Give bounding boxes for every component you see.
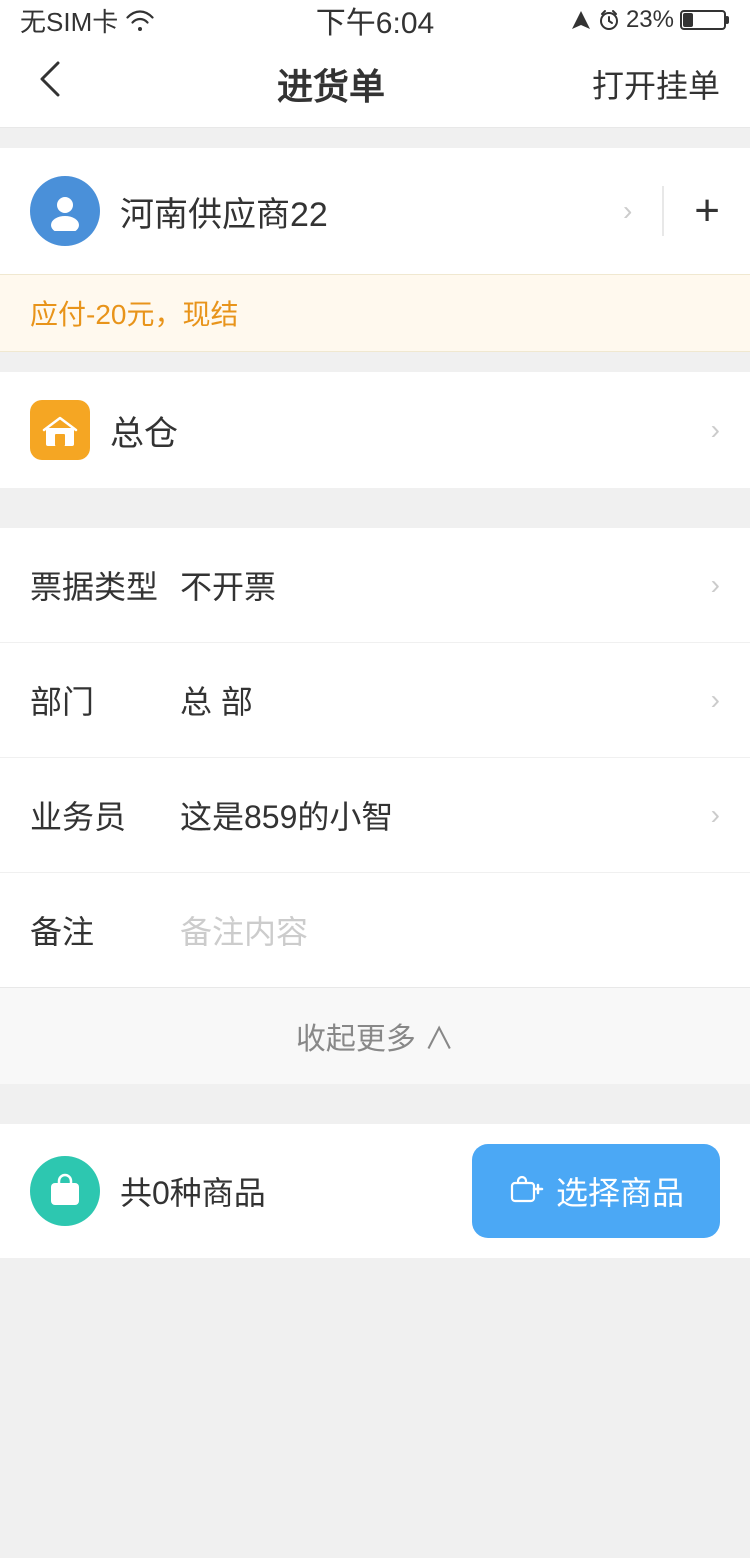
- status-time: 下午6:04: [316, 0, 434, 42]
- open-hang-button[interactable]: 打开挂单: [592, 61, 720, 107]
- status-right: 23%: [570, 6, 730, 34]
- warehouse-name: 总仓: [110, 406, 711, 455]
- department-label: 部门: [30, 677, 170, 723]
- form-section: 票据类型 不开票 › 部门 总 部 › 业务员 这是859的小智 › 备注 备注…: [0, 528, 750, 987]
- supplier-actions: › +: [623, 186, 720, 236]
- notice-banner: 应付-20元，现结: [0, 274, 750, 352]
- invoice-label: 票据类型: [30, 562, 170, 608]
- gray-area: [0, 1258, 750, 1558]
- warehouse-section: 总仓 ›: [0, 372, 750, 488]
- alarm-icon: [598, 9, 620, 31]
- wifi-icon: [126, 9, 154, 31]
- add-supplier-button[interactable]: +: [694, 189, 720, 233]
- section-divider-1: [0, 128, 750, 148]
- remark-placeholder: 备注内容: [180, 907, 720, 953]
- warehouse-chevron-icon: ›: [711, 414, 720, 446]
- battery-percent: 23%: [626, 6, 674, 34]
- status-left: 无SIM卡: [20, 2, 154, 39]
- warehouse-row[interactable]: 总仓 ›: [0, 372, 750, 488]
- remark-label: 备注: [30, 907, 170, 953]
- status-bar: 无SIM卡 下午6:04 23%: [0, 0, 750, 40]
- section-divider-3: [0, 488, 750, 508]
- select-product-button[interactable]: 选择商品: [472, 1144, 720, 1238]
- product-count: 共0种商品: [120, 1168, 452, 1214]
- product-icon: [30, 1156, 100, 1226]
- nav-bar: 进货单 打开挂单: [0, 40, 750, 128]
- department-chevron-icon: ›: [711, 684, 720, 716]
- salesperson-row[interactable]: 业务员 这是859的小智 ›: [0, 758, 750, 873]
- page-title: 进货单: [277, 58, 385, 110]
- invoice-row[interactable]: 票据类型 不开票 ›: [0, 528, 750, 643]
- salesperson-label: 业务员: [30, 792, 170, 838]
- supplier-row[interactable]: 河南供应商22 › +: [0, 148, 750, 274]
- notice-text: 应付-20元，现结: [30, 299, 238, 330]
- section-divider-2: [0, 352, 750, 372]
- cart-icon: [508, 1173, 544, 1209]
- invoice-value: 不开票: [180, 562, 711, 608]
- location-icon: [570, 9, 592, 31]
- department-row[interactable]: 部门 总 部 ›: [0, 643, 750, 758]
- warehouse-icon: [30, 400, 90, 460]
- supplier-chevron-icon: ›: [623, 195, 632, 227]
- salesperson-value: 这是859的小智: [180, 792, 711, 838]
- supplier-separator: [662, 186, 664, 236]
- remark-row[interactable]: 备注 备注内容: [0, 873, 750, 987]
- supplier-name: 河南供应商22: [120, 187, 623, 236]
- collapse-button[interactable]: 收起更多 ∧: [0, 987, 750, 1084]
- supplier-avatar: [30, 176, 100, 246]
- bottom-bar: 共0种商品 选择商品: [0, 1124, 750, 1258]
- collapse-label: 收起更多 ∧: [296, 1023, 454, 1056]
- carrier-text: 无SIM卡: [20, 2, 118, 39]
- supplier-section: 河南供应商22 › + 应付-20元，现结: [0, 148, 750, 352]
- select-btn-label: 选择商品: [556, 1168, 684, 1214]
- department-value: 总 部: [180, 677, 711, 723]
- back-button[interactable]: [30, 51, 70, 117]
- invoice-chevron-icon: ›: [711, 569, 720, 601]
- battery-icon: [680, 8, 730, 32]
- section-divider-4: [0, 1084, 750, 1104]
- salesperson-chevron-icon: ›: [711, 799, 720, 831]
